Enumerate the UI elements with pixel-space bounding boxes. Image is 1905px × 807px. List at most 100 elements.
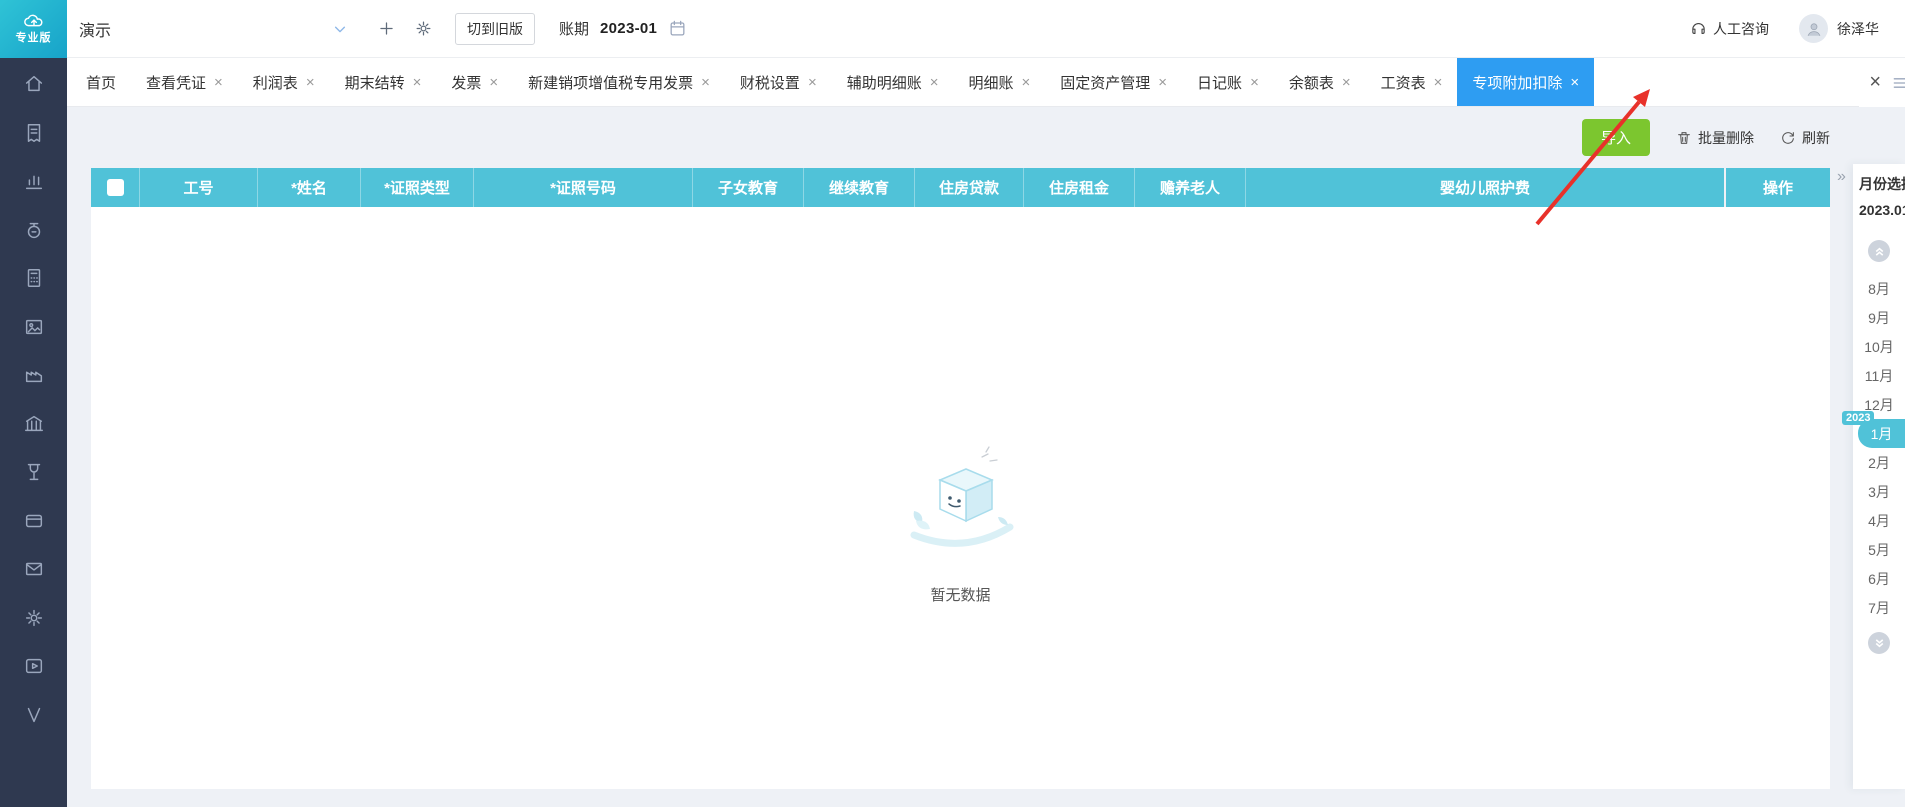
- gallery-icon: [23, 316, 45, 338]
- tab[interactable]: 首页 ×: [71, 58, 131, 106]
- app-logo: 专业版: [0, 0, 67, 58]
- sidebar-nav-item[interactable]: [0, 60, 67, 109]
- logo-label: 专业版: [15, 32, 52, 44]
- batch-delete-button[interactable]: 批量删除: [1676, 128, 1754, 148]
- select-all-checkbox[interactable]: [106, 179, 124, 196]
- month-item[interactable]: 2023 3月: [1853, 477, 1905, 506]
- close-all-tabs-icon[interactable]: ×: [1859, 71, 1891, 94]
- tab[interactable]: 固定资产管理 ×: [1045, 58, 1182, 106]
- company-select[interactable]: 演示: [79, 17, 347, 41]
- month-item[interactable]: 2023 11月: [1853, 361, 1905, 390]
- month-item[interactable]: 2023 8月: [1853, 274, 1905, 303]
- action-column-header: 操作: [1726, 168, 1830, 207]
- refresh-icon: [1782, 131, 1794, 144]
- tab-list-icon[interactable]: [1891, 73, 1905, 93]
- empty-box-illustration: [910, 446, 1013, 547]
- calendar-icon[interactable]: [668, 19, 687, 38]
- tab[interactable]: 新建销项增值税专用发票 ×: [513, 58, 725, 106]
- chevron-down-icon: [334, 26, 346, 32]
- toolbar: 导入 批量删除 刷新: [67, 107, 1830, 168]
- month-item[interactable]: 2023 4月: [1853, 506, 1905, 535]
- refresh-button[interactable]: 刷新: [1780, 128, 1830, 148]
- tab-close-icon[interactable]: ×: [489, 75, 498, 90]
- month-list: 2023 8月 2023 9月 2023 10月 2023 11月 2023 1…: [1842, 274, 1905, 622]
- avatar[interactable]: [1799, 14, 1828, 43]
- tab-label: 固定资产管理: [1060, 74, 1151, 92]
- tab-close-icon[interactable]: ×: [1342, 75, 1351, 90]
- savings-icon: [23, 219, 45, 241]
- tab-close-icon[interactable]: ×: [214, 75, 223, 90]
- tab-close-icon[interactable]: ×: [306, 75, 315, 90]
- month-item[interactable]: 2023 2月: [1853, 448, 1905, 477]
- sidebar: 专业版: [0, 0, 67, 807]
- sidebar-nav-item[interactable]: [0, 303, 67, 352]
- tab[interactable]: 利润表 ×: [238, 58, 330, 106]
- user-icon: [1807, 22, 1820, 36]
- tab-close-icon[interactable]: ×: [808, 75, 817, 90]
- sidebar-nav-item[interactable]: [0, 642, 67, 691]
- collapse-panel-icon[interactable]: »: [1837, 168, 1846, 186]
- sidebar-nav-item[interactable]: [0, 109, 67, 158]
- tab-close-icon[interactable]: ×: [1434, 75, 1443, 90]
- tab-close-icon[interactable]: ×: [701, 75, 710, 90]
- month-panel-title: 月份选择: [1859, 176, 1905, 192]
- tab[interactable]: 明细账 ×: [953, 58, 1045, 106]
- tab-close-icon[interactable]: ×: [1158, 75, 1167, 90]
- sidebar-nav-item[interactable]: [0, 206, 67, 255]
- sidebar-nav-item[interactable]: [0, 691, 67, 740]
- support-label: 人工咨询: [1713, 20, 1769, 37]
- scroll-months-up-button[interactable]: [1868, 240, 1890, 262]
- tab[interactable]: 发票 ×: [436, 58, 513, 106]
- sidebar-nav-item[interactable]: [0, 351, 67, 400]
- tab-close-icon[interactable]: ×: [1250, 75, 1259, 90]
- tab[interactable]: 辅助明细账 ×: [832, 58, 954, 106]
- tab-close-icon[interactable]: ×: [930, 75, 939, 90]
- tab-close-icon[interactable]: ×: [1022, 75, 1031, 90]
- import-button[interactable]: 导入: [1581, 119, 1650, 156]
- sidebar-nav-item[interactable]: [0, 497, 67, 546]
- tab-close-icon[interactable]: ×: [413, 75, 422, 90]
- sidebar-nav-item[interactable]: [0, 400, 67, 449]
- tab[interactable]: 查看凭证 ×: [131, 58, 238, 106]
- tab-close-icon[interactable]: ×: [1570, 75, 1579, 90]
- tab[interactable]: 工资表 ×: [1366, 58, 1458, 106]
- scroll-months-down-button[interactable]: [1868, 632, 1890, 654]
- tab[interactable]: 日记账 ×: [1182, 58, 1274, 106]
- month-item[interactable]: 2023 1月: [1842, 411, 1905, 448]
- settings-button[interactable]: [414, 19, 433, 38]
- tab[interactable]: 财税设置 ×: [725, 58, 832, 106]
- add-account-button[interactable]: [377, 19, 396, 38]
- support-link[interactable]: 人工咨询: [1690, 19, 1769, 39]
- select-all-cell: [91, 168, 140, 207]
- tab[interactable]: 期末结转 ×: [330, 58, 437, 106]
- switch-old-version-button[interactable]: 切到旧版: [455, 12, 535, 45]
- month-item[interactable]: 2023 9月: [1853, 303, 1905, 332]
- sidebar-nav-item[interactable]: [0, 254, 67, 303]
- sidebar-nav-item[interactable]: [0, 594, 67, 643]
- period-value[interactable]: 2023-01: [600, 20, 657, 37]
- tab[interactable]: 专项附加扣除 ×: [1457, 58, 1595, 106]
- tab-label: 首页: [86, 74, 117, 92]
- month-item[interactable]: 2023 10月: [1853, 332, 1905, 361]
- username[interactable]: 徐泽华: [1837, 19, 1879, 39]
- month-item[interactable]: 2023 6月: [1853, 564, 1905, 593]
- settings-icon: [23, 607, 45, 629]
- plus-icon: [380, 22, 393, 35]
- tab-label: 发票: [451, 74, 482, 92]
- tab[interactable]: 余额表 ×: [1274, 58, 1366, 106]
- month-item[interactable]: 2023 7月: [1853, 593, 1905, 622]
- refresh-label: 刷新: [1802, 129, 1830, 146]
- batch-delete-label: 批量删除: [1698, 129, 1754, 146]
- tab-label: 财税设置: [739, 74, 800, 92]
- topbar-right: 人工咨询 徐泽华: [1690, 14, 1879, 43]
- tab-label: 新建销项增值税专用发票: [528, 74, 694, 92]
- video-icon: [23, 655, 45, 677]
- headset-icon: [1692, 23, 1705, 35]
- tab-label: 工资表: [1380, 74, 1426, 92]
- tab-label: 期末结转: [344, 74, 405, 92]
- sidebar-nav-item[interactable]: [0, 545, 67, 594]
- empty-state: 暂无数据: [886, 443, 1036, 605]
- sidebar-nav-item[interactable]: [0, 157, 67, 206]
- sidebar-nav-item[interactable]: [0, 448, 67, 497]
- month-item[interactable]: 2023 5月: [1853, 535, 1905, 564]
